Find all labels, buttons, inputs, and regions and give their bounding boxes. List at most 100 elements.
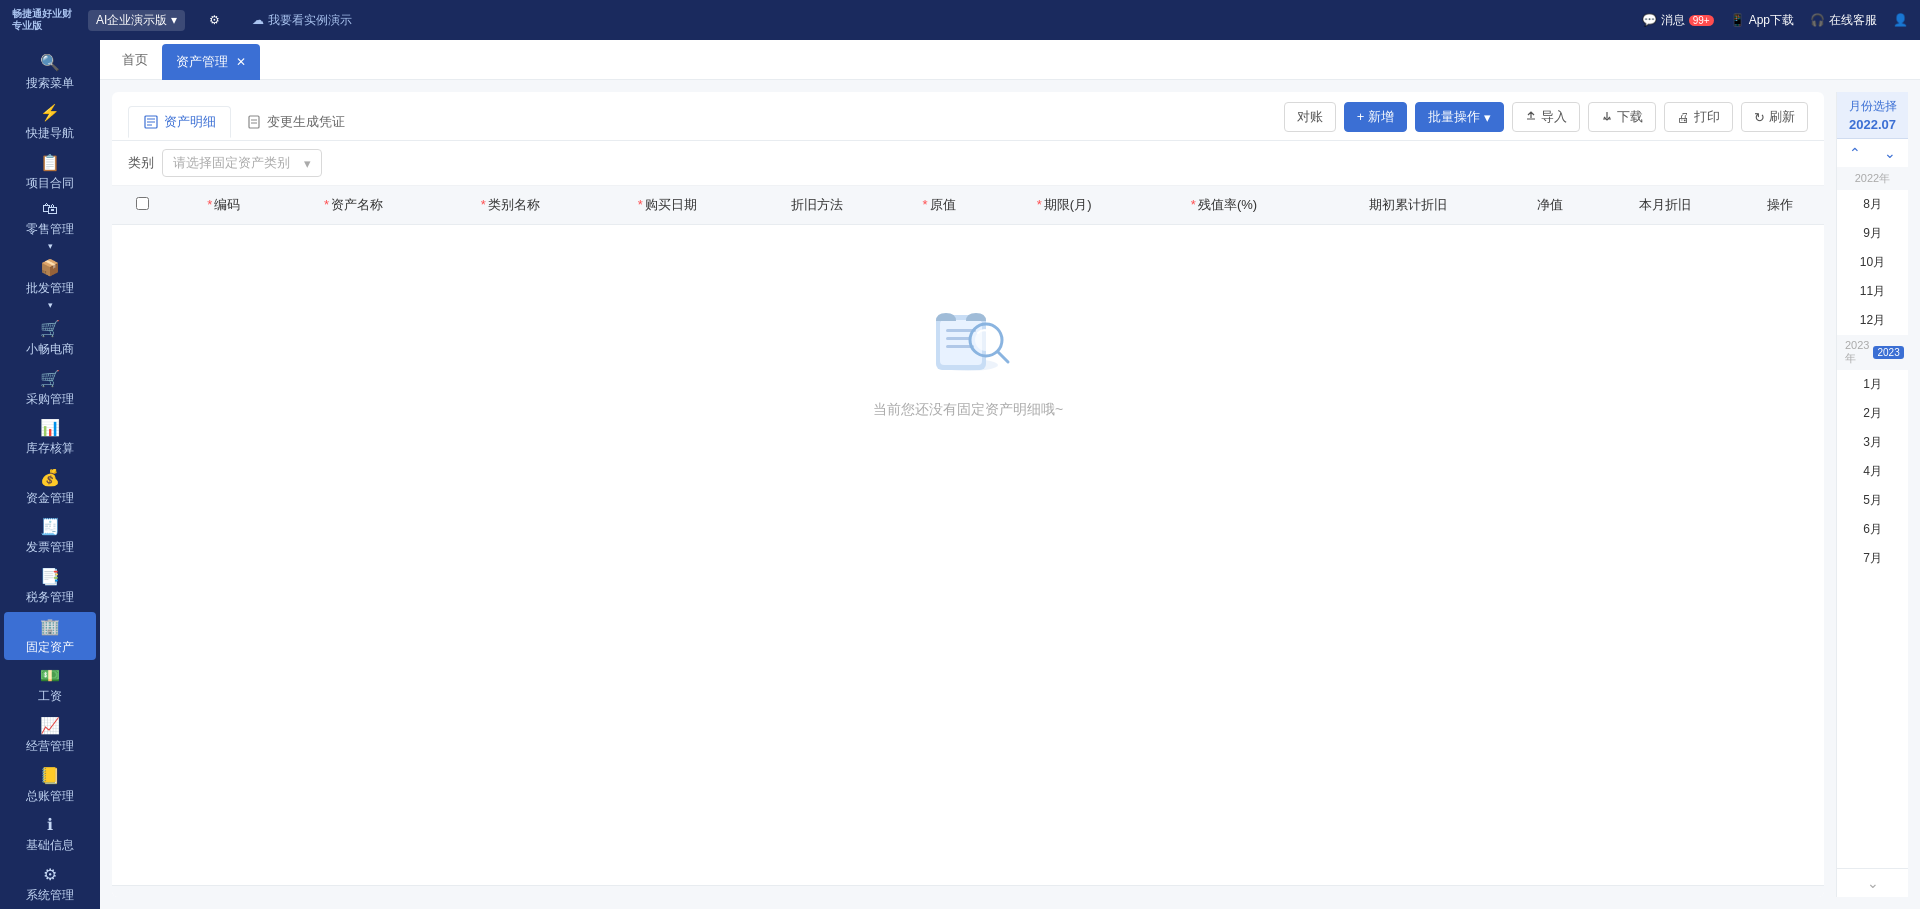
sidebar-item-invoice[interactable]: 🧾 发票管理: [4, 513, 96, 561]
month-item-2023-6[interactable]: 6月: [1837, 515, 1908, 544]
sidebar-item-search[interactable]: 🔍 搜索菜单: [4, 49, 96, 97]
sidebar-label-quick-nav: 快捷导航: [26, 125, 74, 142]
sidebar-item-operation[interactable]: 📈 经营管理: [4, 712, 96, 760]
sidebar-label-inventory: 库存核算: [26, 440, 74, 457]
import-label: 导入: [1541, 108, 1567, 126]
month-panel-nav: ⌃ ⌄: [1837, 139, 1908, 167]
reconcile-label: 对账: [1297, 108, 1323, 126]
month-item-2022-12[interactable]: 12月: [1837, 306, 1908, 335]
sidebar-item-fixed-assets[interactable]: 🏢 固定资产: [4, 612, 96, 660]
sub-tab-change-voucher[interactable]: 变更生成凭证: [231, 106, 360, 138]
tab-asset-management[interactable]: 资产管理 ✕: [162, 44, 260, 80]
bottom-scrollbar[interactable]: [112, 885, 1824, 897]
app-download-label: App下载: [1749, 12, 1794, 29]
month-item-2022-11[interactable]: 11月: [1837, 277, 1908, 306]
fixed-assets-icon: 🏢: [40, 617, 60, 636]
sidebar-item-basic-info[interactable]: ℹ 基础信息: [4, 811, 96, 859]
select-all-checkbox[interactable]: [136, 197, 149, 210]
sidebar-label-project: 项目合同: [26, 175, 74, 192]
sidebar-item-retail[interactable]: 🛍 零售管理 ▾: [4, 198, 96, 254]
sidebar-label-invoice: 发票管理: [26, 539, 74, 556]
print-button[interactable]: 🖨 打印: [1664, 102, 1733, 132]
prev-month-btn[interactable]: ⌃: [1845, 143, 1865, 163]
month-panel: 月份选择 2022.07 ⌃ ⌄ 2022年 8月 9月 10月 11月 12月: [1836, 92, 1908, 897]
sidebar-item-wholesale[interactable]: 📦 批发管理 ▾: [4, 256, 96, 313]
month-panel-down-btn[interactable]: ⌄: [1863, 873, 1883, 893]
sidebar-item-system[interactable]: ⚙ 系统管理: [4, 860, 96, 908]
tab-close-icon[interactable]: ✕: [236, 55, 246, 69]
th-residual-rate: *残值率(%): [1138, 186, 1310, 225]
refresh-icon: ↻: [1754, 110, 1765, 125]
th-name: *资产名称: [275, 186, 432, 225]
month-list: 2022年 8月 9月 10月 11月 12月 2023年 2023 1月 2月…: [1837, 167, 1908, 868]
sub-tab-asset-detail-label: 资产明细: [164, 113, 216, 131]
batch-button[interactable]: 批量操作 ▾: [1415, 102, 1504, 132]
app-name: 畅捷通好业财: [12, 8, 72, 20]
change-voucher-icon: [246, 114, 262, 130]
app-edition: 专业版: [12, 20, 72, 32]
month-item-2023-7[interactable]: 7月: [1837, 544, 1908, 573]
month-item-2023-3[interactable]: 3月: [1837, 428, 1908, 457]
add-button[interactable]: + 新增: [1344, 102, 1407, 132]
online-service-label: 在线客服: [1829, 12, 1877, 29]
month-item-2023-2[interactable]: 2月: [1837, 399, 1908, 428]
empty-state: 当前您还没有固定资产明细哦~: [112, 225, 1824, 479]
sidebar-item-project[interactable]: 📋 项目合同: [4, 148, 96, 196]
sub-tab-bar: 资产明细 变更生成凭证: [112, 92, 1824, 141]
import-icon: [1525, 110, 1537, 125]
batch-chevron-icon: ▾: [1484, 110, 1491, 125]
month-item-2022-10[interactable]: 10月: [1837, 248, 1908, 277]
reconcile-button[interactable]: 对账: [1284, 102, 1336, 132]
online-service-btn[interactable]: 🎧 在线客服: [1810, 12, 1877, 29]
sidebar-item-general-ledger[interactable]: 📒 总账管理: [4, 761, 96, 809]
table: *编码 *资产名称 *类别名称 *购买日期 折旧方法 *原值 *期限(月) *残…: [112, 186, 1824, 479]
th-accumulated-depreciation: 期初累计折旧: [1310, 186, 1506, 225]
system-icon: ⚙: [43, 865, 57, 884]
tab-home[interactable]: 首页: [108, 40, 162, 79]
empty-illustration: [908, 285, 1028, 385]
asset-table: *编码 *资产名称 *类别名称 *购买日期 折旧方法 *原值 *期限(月) *残…: [112, 186, 1824, 885]
purchase-icon: 🛒: [40, 369, 60, 388]
demo-label: 我要看实例演示: [268, 12, 352, 29]
month-item-2023-5[interactable]: 5月: [1837, 486, 1908, 515]
refresh-button[interactable]: ↻ 刷新: [1741, 102, 1808, 132]
print-label: 打印: [1694, 108, 1720, 126]
sidebar-item-purchase[interactable]: 🛒 采购管理: [4, 364, 96, 412]
sub-tab-change-voucher-label: 变更生成凭证: [267, 113, 345, 131]
settings-btn[interactable]: ⚙: [201, 11, 228, 29]
sidebar-label-salary: 工资: [38, 688, 62, 705]
import-button[interactable]: 导入: [1512, 102, 1580, 132]
svg-rect-11: [946, 337, 970, 340]
quick-nav-icon: ⚡: [40, 103, 60, 122]
month-item-2023-4[interactable]: 4月: [1837, 457, 1908, 486]
sidebar-item-salary[interactable]: 💵 工资: [4, 662, 96, 710]
demo-link[interactable]: ☁ 我要看实例演示: [252, 12, 352, 29]
app-download-btn[interactable]: 📱 App下载: [1730, 12, 1794, 29]
ecommerce-icon: 🛒: [40, 319, 60, 338]
month-item-2023-1[interactable]: 1月: [1837, 370, 1908, 399]
info-icon: ℹ: [47, 815, 53, 834]
category-select[interactable]: 请选择固定资产类别 ▾: [162, 149, 322, 177]
sidebar-item-ecommerce[interactable]: 🛒 小畅电商: [4, 315, 96, 363]
next-month-btn[interactable]: ⌄: [1880, 143, 1900, 163]
sidebar-item-quick-nav[interactable]: ⚡ 快捷导航: [4, 99, 96, 147]
sidebar-item-tax[interactable]: 📑 税务管理: [4, 563, 96, 611]
th-monthly-depreciation: 本月折旧: [1594, 186, 1736, 225]
month-item-2022-8[interactable]: 8月: [1837, 190, 1908, 219]
month-item-2022-9[interactable]: 9月: [1837, 219, 1908, 248]
sidebar-item-inventory[interactable]: 📊 库存核算: [4, 414, 96, 462]
messages-btn[interactable]: 💬 消息 99+: [1642, 12, 1714, 29]
retail-icon: 🛍: [42, 200, 58, 218]
th-action: 操作: [1736, 186, 1824, 225]
user-avatar[interactable]: 👤: [1893, 13, 1908, 27]
phone-icon: 📱: [1730, 13, 1745, 27]
sub-tab-asset-detail[interactable]: 资产明细: [128, 106, 231, 138]
avatar-icon: 👤: [1893, 13, 1908, 27]
filter-label: 类别: [128, 154, 154, 172]
download-button[interactable]: 下载: [1588, 102, 1656, 132]
search-icon: 🔍: [40, 53, 60, 72]
sidebar-item-finance[interactable]: 💰 资金管理: [4, 464, 96, 512]
download-icon: [1601, 110, 1613, 125]
company-selector[interactable]: AI企业演示版 ▾: [88, 10, 185, 31]
sidebar-label-tax: 税务管理: [26, 589, 74, 606]
